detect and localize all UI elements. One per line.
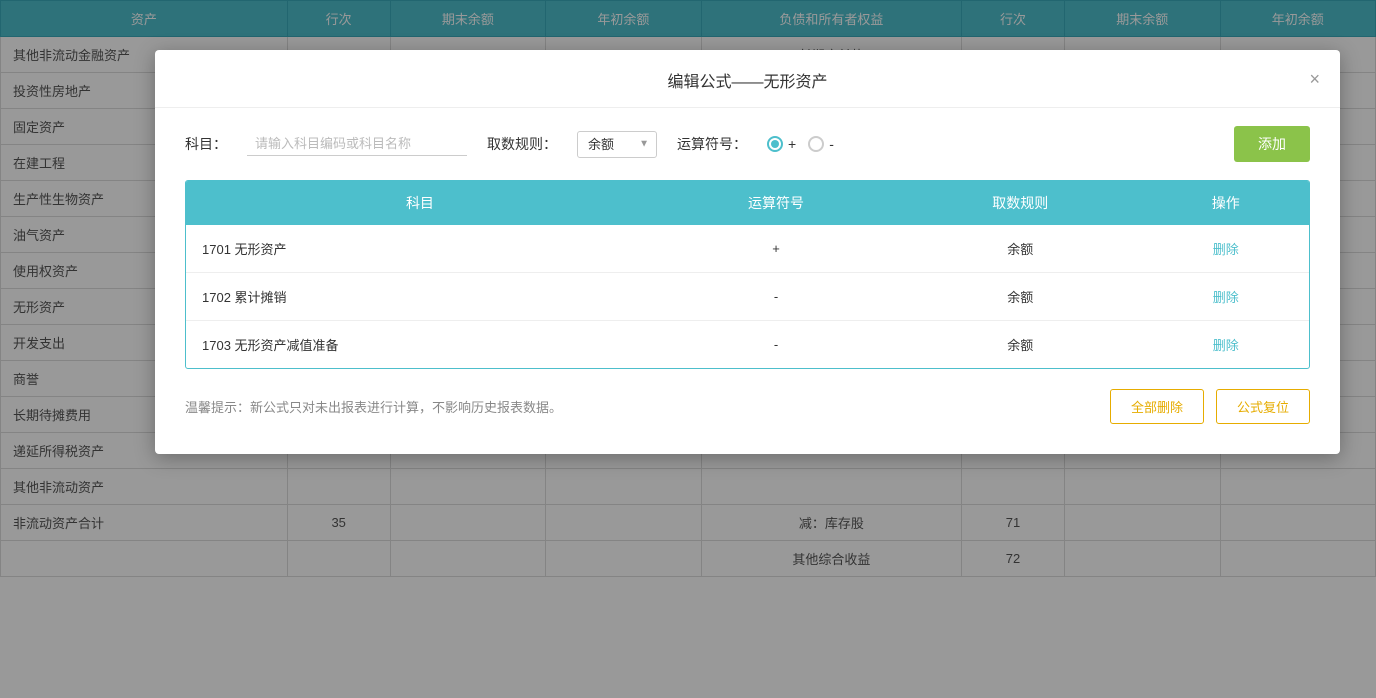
formula-operator: - (654, 321, 898, 369)
rule-label: 取数规则： (487, 134, 557, 154)
modal-form-row: 科目： 取数规则： 余额 ▼ 运算符号： + - 添加 (155, 108, 1340, 180)
radio-minus[interactable]: - (808, 136, 834, 152)
formula-rule: 余额 (898, 225, 1142, 273)
modal-title: 编辑公式——无形资产 (667, 68, 827, 92)
formula-operator: + (654, 225, 898, 273)
edit-formula-modal: 编辑公式——无形资产 × 科目： 取数规则： 余额 ▼ 运算符号： + - 添加 (155, 50, 1340, 454)
subject-input[interactable] (247, 132, 467, 156)
operator-radio-group: + - (767, 136, 834, 152)
operator-label: 运算符号： (677, 134, 747, 154)
formula-rule: 余额 (898, 273, 1142, 321)
modal-header: 编辑公式——无形资产 × (155, 50, 1340, 108)
table-header-cell: 科目 (186, 181, 654, 225)
formula-table-row: 1701 无形资产 + 余额 删除 (186, 225, 1309, 273)
radio-plus-circle (767, 136, 783, 152)
formula-action: 删除 (1142, 273, 1309, 321)
formula-table-row: 1703 无形资产减值准备 - 余额 删除 (186, 321, 1309, 369)
radio-minus-circle (808, 136, 824, 152)
delete-row-link[interactable]: 删除 (1213, 290, 1239, 305)
formula-table: 科目运算符号取数规则操作 1701 无形资产 + 余额 删除 1702 累计摊销… (185, 180, 1310, 369)
formula-subject: 1702 累计摊销 (186, 273, 654, 321)
radio-minus-label: - (829, 136, 834, 152)
radio-plus-label: + (788, 136, 796, 152)
table-header-cell: 操作 (1142, 181, 1309, 225)
formula-table-row: 1702 累计摊销 - 余额 删除 (186, 273, 1309, 321)
modal-footer: 温馨提示：新公式只对未出报表进行计算，不影响历史报表数据。 全部删除 公式复位 (155, 369, 1340, 424)
delete-row-link[interactable]: 删除 (1213, 242, 1239, 257)
formula-subject: 1703 无形资产减值准备 (186, 321, 654, 369)
delete-all-button[interactable]: 全部删除 (1110, 389, 1204, 424)
radio-plus[interactable]: + (767, 136, 796, 152)
modal-close-button[interactable]: × (1309, 70, 1320, 88)
add-button[interactable]: 添加 (1234, 126, 1310, 162)
formula-operator: - (654, 273, 898, 321)
reset-formula-button[interactable]: 公式复位 (1216, 389, 1310, 424)
warning-text: 温馨提示：新公式只对未出报表进行计算，不影响历史报表数据。 (185, 397, 562, 416)
formula-action: 删除 (1142, 225, 1309, 273)
rule-select-wrapper: 余额 ▼ (577, 131, 657, 158)
delete-row-link[interactable]: 删除 (1213, 338, 1239, 353)
formula-subject: 1701 无形资产 (186, 225, 654, 273)
footer-buttons: 全部删除 公式复位 (1110, 389, 1310, 424)
subject-label: 科目： (185, 134, 227, 154)
formula-rule: 余额 (898, 321, 1142, 369)
table-header-cell: 运算符号 (654, 181, 898, 225)
formula-action: 删除 (1142, 321, 1309, 369)
rule-select[interactable]: 余额 (577, 131, 657, 158)
table-header-cell: 取数规则 (898, 181, 1142, 225)
